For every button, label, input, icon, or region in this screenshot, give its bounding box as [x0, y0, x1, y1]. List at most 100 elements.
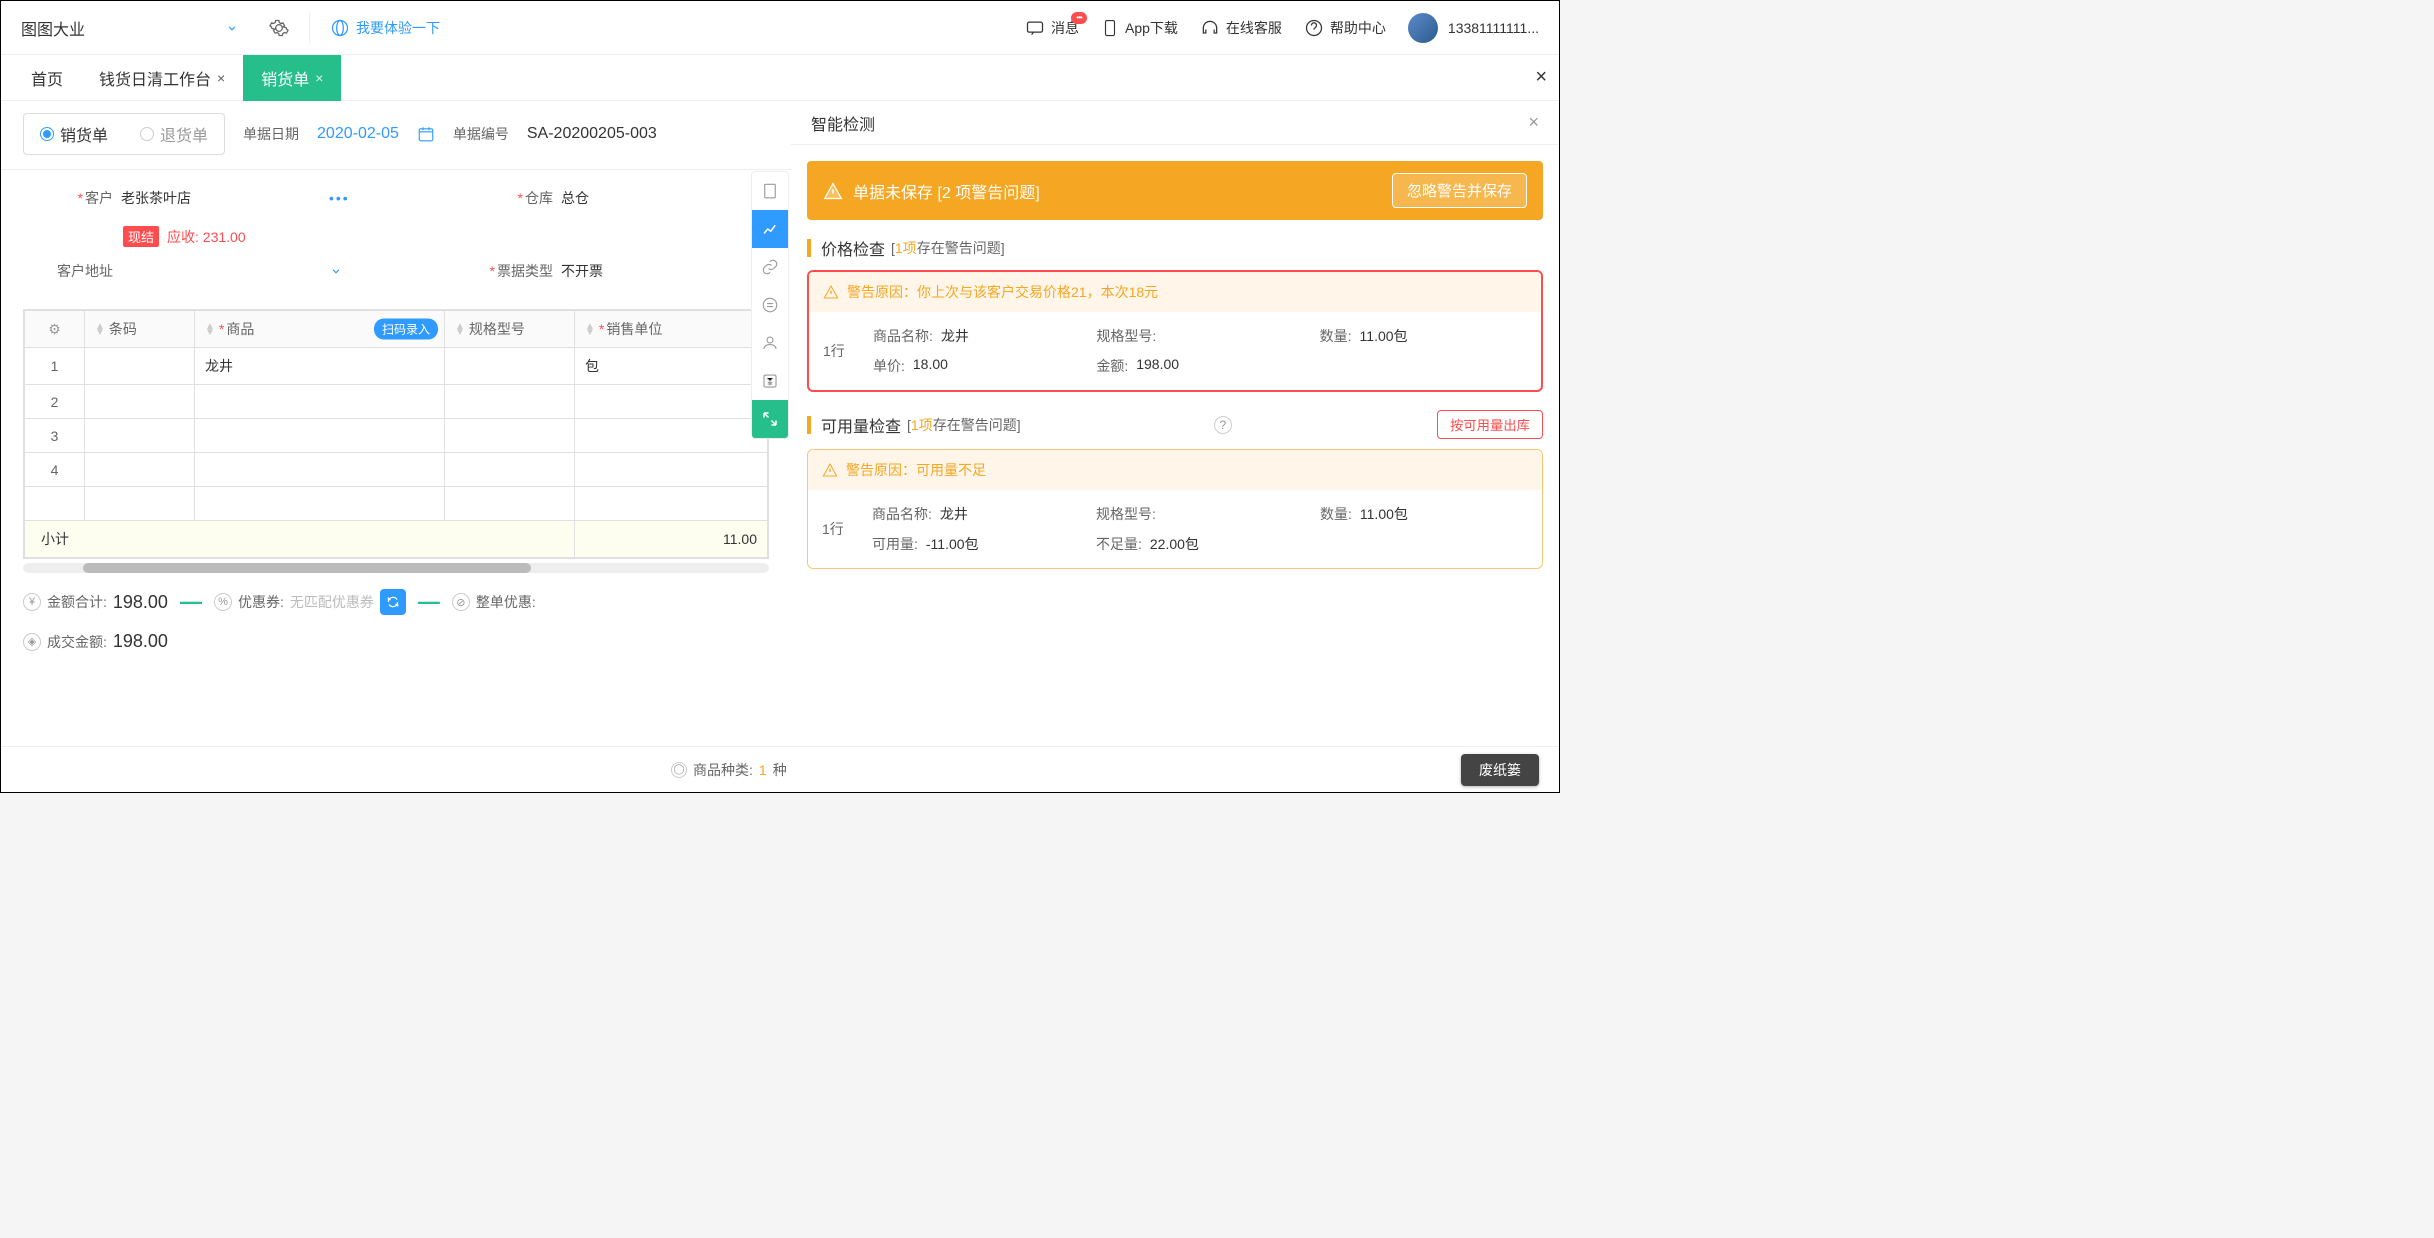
kinds-icon: ◯	[671, 762, 687, 778]
row-num: 2	[25, 385, 85, 419]
cell-barcode[interactable]	[85, 348, 195, 385]
row-num: 1	[25, 348, 85, 385]
tab-home[interactable]: 首页	[13, 55, 81, 101]
col-barcode[interactable]: ▲▼条码	[85, 311, 195, 348]
detail-value: 龙井	[940, 504, 968, 524]
invoice-value[interactable]: 不开票	[561, 257, 761, 285]
detail-value: 龙井	[941, 326, 969, 346]
col-product[interactable]: ▲▼*商品扫码录入	[195, 311, 445, 348]
ignore-save-button[interactable]: 忽略警告并保存	[1392, 173, 1527, 208]
refresh-coupon-button[interactable]	[380, 589, 406, 615]
cell-product[interactable]	[195, 385, 445, 419]
table-row[interactable]: 4	[25, 453, 768, 487]
amount-value: 198.00	[113, 592, 168, 613]
subtotal-row: 小计11.00	[25, 521, 768, 558]
help-center-label: 帮助中心	[1330, 18, 1386, 38]
panel-close-button[interactable]: ×	[1528, 112, 1539, 133]
cell-barcode[interactable]	[85, 453, 195, 487]
close-all-tabs[interactable]: ×	[1535, 66, 1547, 89]
subtotal-label: 小计	[25, 521, 575, 558]
row-num	[25, 487, 85, 521]
scan-input-badge[interactable]: 扫码录入	[374, 319, 438, 340]
tab-sales-order[interactable]: 销货单×	[243, 55, 341, 101]
cell-product[interactable]: 龙井	[195, 348, 445, 385]
radio-return-label: 退货单	[160, 122, 208, 146]
address-value[interactable]	[121, 267, 321, 275]
strip-yen[interactable]	[752, 362, 788, 400]
col-settings[interactable]: ⚙	[25, 311, 85, 348]
strip-chart[interactable]	[752, 210, 788, 248]
warning-icon	[823, 284, 839, 300]
invoice-label: 票据类型	[497, 263, 553, 279]
radio-sale[interactable]: 销货单	[24, 114, 124, 154]
chat-icon	[1025, 18, 1045, 38]
stock-check-count: [1项存在警告问题]	[907, 415, 1021, 435]
strip-link[interactable]	[752, 248, 788, 286]
cell-unit[interactable]	[575, 453, 768, 487]
cell-barcode[interactable]	[85, 419, 195, 453]
link-icon	[761, 258, 779, 276]
strip-swap[interactable]	[752, 286, 788, 324]
table-row[interactable]	[25, 487, 768, 521]
tab-workbench[interactable]: 钱货日清工作台×	[81, 55, 243, 101]
cell-spec[interactable]	[445, 487, 575, 521]
col-unit[interactable]: ▲▼*销售单位	[575, 311, 768, 348]
gear-icon	[269, 18, 289, 38]
online-service-link[interactable]: 在线客服	[1200, 18, 1282, 38]
col-spec[interactable]: ▲▼规格型号	[445, 311, 575, 348]
deal-value: 198.00	[113, 631, 168, 652]
panel-title: 智能检测	[811, 111, 875, 135]
trash-button[interactable]: 废纸篓	[1461, 754, 1539, 786]
table-row[interactable]: 1 龙井 包	[25, 348, 768, 385]
radio-return[interactable]: 退货单	[124, 114, 224, 154]
strip-doc[interactable]	[752, 172, 788, 210]
date-value[interactable]: 2020-02-05	[317, 125, 399, 143]
help-center-link[interactable]: 帮助中心	[1304, 18, 1386, 38]
cell-spec[interactable]	[445, 419, 575, 453]
company-selector[interactable]: 图图大业	[21, 16, 239, 40]
strip-expand[interactable]	[752, 400, 788, 438]
coupon-field[interactable]: % 优惠券: 无匹配优惠券	[214, 589, 406, 615]
col-barcode-label: 条码	[109, 321, 137, 337]
cell-barcode[interactable]	[85, 487, 195, 521]
horizontal-scrollbar[interactable]	[23, 563, 769, 573]
order-discount[interactable]: ⊘ 整单优惠:	[452, 592, 536, 612]
table-row[interactable]: 3	[25, 419, 768, 453]
warehouse-value[interactable]: 总仓	[561, 184, 761, 212]
calendar-icon[interactable]	[417, 125, 435, 143]
settings-gear[interactable]	[269, 18, 289, 38]
chart-icon	[761, 220, 779, 238]
cell-unit[interactable]	[575, 419, 768, 453]
cell-spec[interactable]	[445, 348, 575, 385]
chevron-down-icon[interactable]	[329, 264, 343, 278]
headset-icon	[1200, 18, 1220, 38]
cell-product[interactable]	[195, 453, 445, 487]
more-icon[interactable]: •••	[329, 190, 350, 206]
deal-label: 成交金额:	[47, 632, 107, 652]
strip-user[interactable]	[752, 324, 788, 362]
address-label: 客户地址	[23, 261, 113, 281]
table-row[interactable]: 2	[25, 385, 768, 419]
customer-value[interactable]: 老张茶叶店	[121, 184, 321, 212]
cell-spec[interactable]	[445, 453, 575, 487]
cell-unit[interactable]	[575, 385, 768, 419]
cell-spec[interactable]	[445, 385, 575, 419]
cell-product[interactable]	[195, 419, 445, 453]
cell-unit[interactable]: 包	[575, 348, 768, 385]
user-menu[interactable]: 13381111111...	[1408, 13, 1539, 43]
cell-product[interactable]	[195, 487, 445, 521]
number-label: 单据编号	[453, 124, 509, 144]
row-num: 3	[25, 419, 85, 453]
order-discount-label: 整单优惠:	[476, 592, 536, 612]
warning-banner: 单据未保存 [2 项警告问题] 忽略警告并保存	[807, 161, 1543, 220]
output-by-available-button[interactable]: 按可用量出库	[1437, 410, 1543, 439]
cell-barcode[interactable]	[85, 385, 195, 419]
reason-label: 警告原因：	[847, 284, 917, 300]
close-icon[interactable]: ×	[315, 70, 323, 86]
try-experience-link[interactable]: 我要体验一下	[330, 18, 440, 38]
close-icon[interactable]: ×	[217, 70, 225, 86]
help-icon[interactable]: ?	[1214, 416, 1232, 434]
cell-unit[interactable]	[575, 487, 768, 521]
messages-link[interactable]: 消息	[1025, 18, 1079, 38]
app-download-link[interactable]: App下载	[1101, 18, 1178, 38]
